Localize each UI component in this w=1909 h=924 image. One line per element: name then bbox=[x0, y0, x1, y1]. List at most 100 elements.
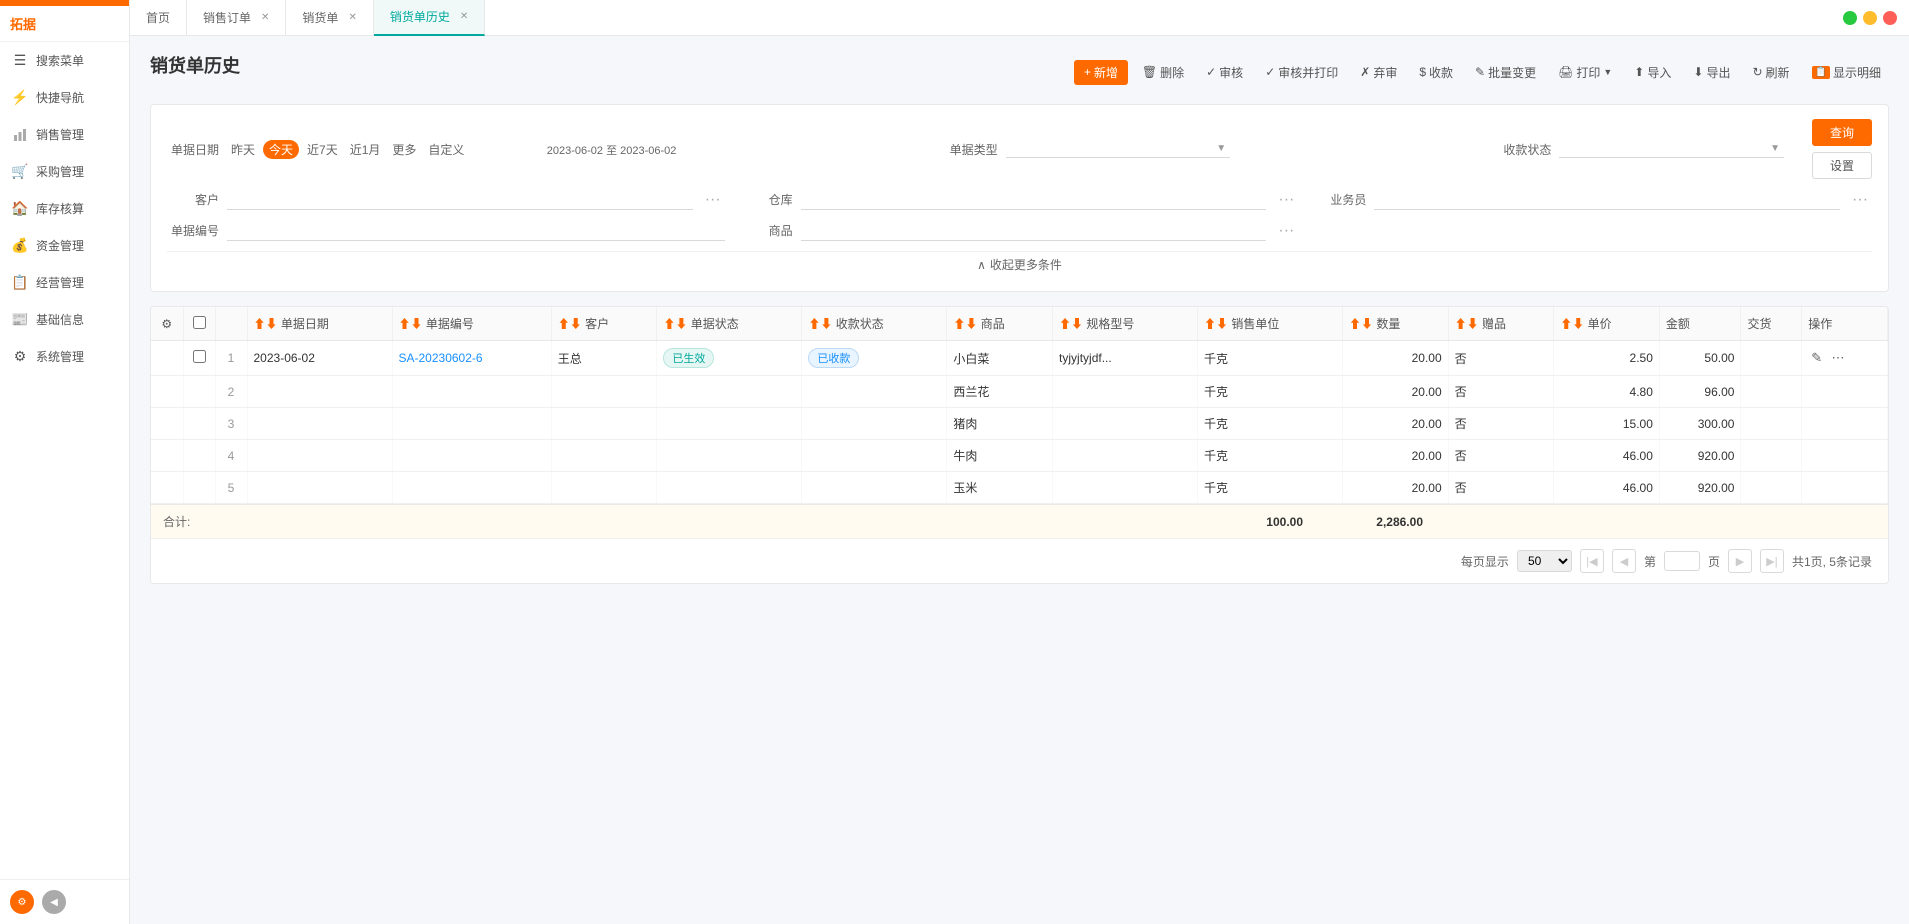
row2-customer bbox=[551, 376, 657, 408]
row5-doc-no bbox=[392, 472, 551, 504]
row1-doc-no[interactable]: SA-20230602-6 bbox=[392, 341, 551, 376]
date-tab-today[interactable]: 今天 bbox=[263, 140, 299, 159]
table-header-row: ⚙ ⬆⬇ 单据日期 ⬆⬇ 单据编号 ⬆⬇ 客户 ⬆⬇ 单据状态 ⬆⬇ 收款状态 … bbox=[151, 307, 1888, 341]
row1-edit-btn[interactable]: ✎ bbox=[1808, 349, 1825, 366]
sidebar-item-inventory[interactable]: 🏠 库存核算 bbox=[0, 190, 129, 227]
col-unit-price[interactable]: ⬆⬇ 单价 bbox=[1554, 307, 1660, 341]
date-tab-7days[interactable]: 近7天 bbox=[303, 140, 342, 159]
tab-sales-history[interactable]: 销货单历史 ✕ bbox=[374, 0, 485, 36]
doc-type-select[interactable]: ▼ bbox=[1006, 140, 1231, 158]
date-tab-yesterday[interactable]: 昨天 bbox=[227, 140, 259, 159]
close-btn[interactable] bbox=[1883, 11, 1897, 25]
col-gift[interactable]: ⬆⬇ 赠品 bbox=[1448, 307, 1554, 341]
row1-more-btn[interactable]: ⋯ bbox=[1828, 349, 1847, 366]
audit-button[interactable]: ✓ 审核 bbox=[1198, 60, 1251, 85]
row1-checkbox[interactable] bbox=[193, 350, 206, 363]
row1-spec: tyjyjtyjdf... bbox=[1053, 341, 1198, 376]
first-page-btn[interactable]: |◀ bbox=[1580, 549, 1604, 573]
col-collect-status[interactable]: ⬆⬇ 收款状态 bbox=[802, 307, 947, 341]
collapse-icon: ∧ bbox=[977, 258, 986, 272]
date-tab-more[interactable]: 更多 bbox=[388, 140, 420, 159]
table-row: 5 玉米 千克 20.00 否 46.00 920. bbox=[151, 472, 1888, 504]
sidebar-item-sales-mgmt[interactable]: 销售管理 bbox=[0, 116, 129, 153]
page-size-select[interactable]: 20 50 100 bbox=[1517, 550, 1572, 572]
sidebar-item-basic-info[interactable]: 📰 基础信息 bbox=[0, 301, 129, 338]
row1-trade bbox=[1741, 341, 1802, 376]
row5-check bbox=[183, 472, 215, 504]
tab-home[interactable]: 首页 bbox=[130, 0, 187, 36]
row1-check[interactable] bbox=[183, 341, 215, 376]
query-button[interactable]: 查询 bbox=[1812, 119, 1872, 146]
row1-doc-no-link[interactable]: SA-20230602-6 bbox=[399, 351, 483, 365]
batch-change-button[interactable]: ✎ 批量变更 bbox=[1467, 60, 1544, 85]
collect-status-select[interactable]: ▼ bbox=[1559, 140, 1784, 158]
import-icon: ⬆ bbox=[1634, 65, 1644, 79]
sidebar-item-sys-mgmt[interactable]: ⚙ 系统管理 bbox=[0, 338, 129, 375]
warehouse-input[interactable] bbox=[801, 189, 1267, 210]
row1-customer: 王总 bbox=[551, 341, 657, 376]
date-tab-1month[interactable]: 近1月 bbox=[346, 140, 385, 159]
sidebar-item-purchase-mgmt[interactable]: 🛒 采购管理 bbox=[0, 153, 129, 190]
col-doc-no[interactable]: ⬆⬇ 单据编号 bbox=[392, 307, 551, 341]
sidebar-item-search-menu[interactable]: ☰ 搜索菜单 bbox=[0, 42, 129, 79]
col-sales-unit[interactable]: ⬆⬇ 销售单位 bbox=[1198, 307, 1343, 341]
col-qty[interactable]: ⬆⬇ 数量 bbox=[1343, 307, 1449, 341]
customer-input[interactable] bbox=[227, 189, 693, 210]
last-page-btn[interactable]: ▶| bbox=[1760, 549, 1784, 573]
col-check[interactable] bbox=[183, 307, 215, 341]
collapse-filter-btn[interactable]: ∧ 收起更多条件 bbox=[167, 251, 1872, 277]
table-scroll-area[interactable]: ⚙ ⬆⬇ 单据日期 ⬆⬇ 单据编号 ⬆⬇ 客户 ⬆⬇ 单据状态 ⬆⬇ 收款状态 … bbox=[151, 307, 1888, 504]
col-spec[interactable]: ⬆⬇ 规格型号 bbox=[1053, 307, 1198, 341]
collect-button[interactable]: $ 收款 bbox=[1411, 60, 1461, 85]
col-goods[interactable]: ⬆⬇ 商品 bbox=[947, 307, 1053, 341]
prev-page-btn[interactable]: ◀ bbox=[1612, 549, 1636, 573]
row1-gift: 否 bbox=[1448, 341, 1554, 376]
date-tab-custom[interactable]: 自定义 bbox=[424, 140, 468, 159]
import-button[interactable]: ⬆ 导入 bbox=[1626, 60, 1679, 85]
docno-input[interactable] bbox=[227, 220, 725, 241]
close-sales-order-tab[interactable]: ✕ bbox=[261, 12, 269, 23]
refresh-button[interactable]: ↻ 刷新 bbox=[1744, 60, 1797, 85]
export-button[interactable]: ⬇ 导出 bbox=[1685, 60, 1738, 85]
row2-check bbox=[183, 376, 215, 408]
maximize-btn[interactable] bbox=[1843, 11, 1857, 25]
delete-button[interactable]: 🗑 删除 bbox=[1134, 60, 1192, 85]
tab-sales-order[interactable]: 销售订单 ✕ bbox=[187, 0, 286, 36]
salesperson-input[interactable] bbox=[1374, 189, 1840, 210]
show-detail-button[interactable]: 📋 显示明细 bbox=[1804, 60, 1889, 85]
col-customer[interactable]: ⬆⬇ 客户 bbox=[551, 307, 657, 341]
row4-num: 4 bbox=[215, 440, 247, 472]
add-button[interactable]: + 新增 bbox=[1074, 60, 1128, 85]
row3-spec bbox=[1053, 408, 1198, 440]
goods-input[interactable] bbox=[801, 220, 1267, 241]
sidebar-item-finance[interactable]: 💰 资金管理 bbox=[0, 227, 129, 264]
row2-operation bbox=[1802, 376, 1888, 408]
col-gear[interactable]: ⚙ bbox=[151, 307, 183, 341]
col-doc-status[interactable]: ⬆⬇ 单据状态 bbox=[657, 307, 802, 341]
select-all-checkbox[interactable] bbox=[193, 316, 206, 329]
sidebar-item-quick-nav[interactable]: ⚡ 快捷导航 bbox=[0, 79, 129, 116]
setting-button[interactable]: 设置 bbox=[1812, 152, 1872, 179]
sidebar: 拓据 ☰ 搜索菜单 ⚡ 快捷导航 销售管理 🛒 采购管理 🏠 库存核算 💰 资金… bbox=[0, 0, 130, 924]
next-page-btn[interactable]: ▶ bbox=[1728, 549, 1752, 573]
customer-ellipsis[interactable]: ··· bbox=[701, 191, 725, 209]
print-button[interactable]: 🖨 打印 ▼ bbox=[1550, 60, 1620, 85]
goods-ellipsis[interactable]: ··· bbox=[1274, 222, 1298, 240]
sidebar-item-operations[interactable]: 📋 经营管理 bbox=[0, 264, 129, 301]
tab-sales-delivery[interactable]: 销货单 ✕ bbox=[286, 0, 373, 36]
quick-nav-icon: ⚡ bbox=[12, 90, 28, 106]
minimize-btn[interactable] bbox=[1863, 11, 1877, 25]
abandon-button[interactable]: ✗ 弃审 bbox=[1352, 60, 1405, 85]
audit-print-button[interactable]: ✓ 审核并打印 bbox=[1257, 60, 1346, 85]
close-sales-history-tab[interactable]: ✕ bbox=[460, 11, 468, 22]
warehouse-ellipsis[interactable]: ··· bbox=[1274, 191, 1298, 209]
sidebar-settings-icon[interactable]: ⚙ bbox=[10, 890, 34, 914]
page-input[interactable]: 1 bbox=[1664, 551, 1700, 571]
sidebar-collapse-icon[interactable]: ◀ bbox=[42, 890, 66, 914]
page-title: 销货单历史 bbox=[150, 52, 240, 78]
tab-bar: 首页 销售订单 ✕ 销货单 ✕ 销货单历史 ✕ bbox=[130, 0, 1909, 36]
col-doc-date[interactable]: ⬆⬇ 单据日期 bbox=[247, 307, 392, 341]
salesperson-ellipsis[interactable]: ··· bbox=[1848, 191, 1872, 209]
close-sales-delivery-tab[interactable]: ✕ bbox=[348, 12, 356, 23]
sidebar-item-label: 搜索菜单 bbox=[36, 52, 84, 69]
